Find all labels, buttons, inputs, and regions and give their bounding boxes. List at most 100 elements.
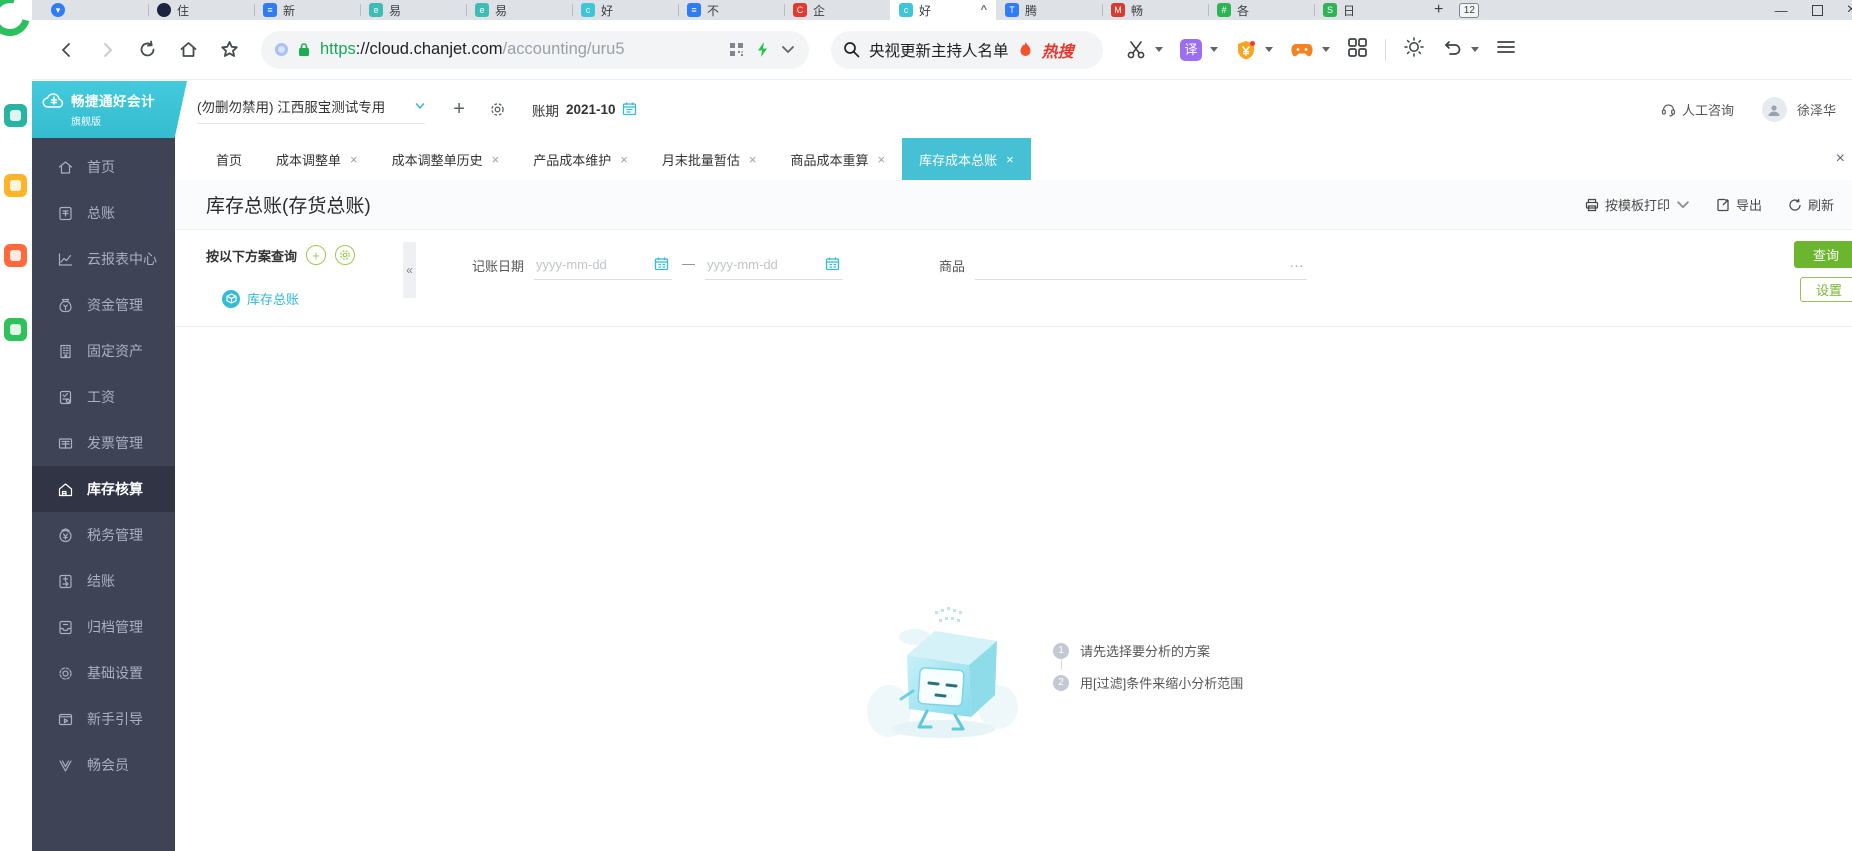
date-to-field[interactable] [705, 256, 844, 280]
hot-search-label[interactable]: 热搜 [1042, 38, 1074, 62]
browser-side-dock [0, 0, 38, 851]
workspace-tab[interactable]: 库存成本总账 × [902, 138, 1031, 180]
refresh-button[interactable]: 刷新 [1788, 195, 1834, 214]
sidebar-item-invoices[interactable]: 发票管理 [32, 420, 175, 466]
translate-icon[interactable]: 译 [1180, 38, 1218, 61]
browser-tab-favicon: # [1217, 3, 1231, 17]
browser-tab[interactable]: C 企 [784, 0, 890, 20]
browser-tab[interactable]: ≡ 新 [254, 0, 360, 20]
tab-count-badge[interactable]: 12 [1459, 2, 1480, 18]
site-info-icon[interactable] [275, 43, 288, 56]
avatar[interactable] [1761, 97, 1787, 122]
accounting-period[interactable]: 账期 2021-10 [532, 100, 638, 120]
browser-tab[interactable]: # 各 [1208, 0, 1314, 20]
browser-tab[interactable]: 住 [148, 0, 254, 20]
plan-settings-gear-icon[interactable] [335, 245, 356, 265]
window-minimize-button[interactable]: — [1775, 3, 1788, 18]
qr-code-icon[interactable] [729, 42, 744, 57]
username[interactable]: 徐泽华 [1797, 100, 1836, 119]
tab-close-icon[interactable]: × [350, 152, 358, 167]
tab-close-icon[interactable]: × [492, 152, 500, 167]
url-text[interactable]: https://cloud.chanjet.com/accounting/uru… [320, 40, 720, 59]
undo-history-icon[interactable] [1442, 39, 1479, 60]
export-button[interactable]: 导出 [1716, 195, 1762, 214]
dock-app-icon[interactable] [4, 318, 27, 341]
bookmark-star-icon[interactable] [220, 40, 239, 59]
browser-tab[interactable]: c 好 ^ [890, 0, 996, 20]
add-plan-icon[interactable]: + [306, 245, 327, 265]
workspace-tab[interactable]: 月末批量暂估 × [645, 138, 774, 180]
sidebar-item-general-ledger[interactable]: 总账 [32, 190, 175, 236]
browser-tab[interactable]: e 易 [360, 0, 466, 20]
plan-item-inventory-ledger[interactable]: 库存总账 [222, 289, 403, 308]
product-picker-dots[interactable]: … [1289, 254, 1305, 271]
date-from-input[interactable] [534, 256, 673, 280]
sidebar-item-tax[interactable]: 税务管理 [32, 512, 175, 558]
sidebar-item-closing[interactable]: 结账 [32, 558, 175, 604]
tab-close-icon[interactable]: × [749, 152, 757, 167]
wallet-shield-icon[interactable] [1235, 39, 1273, 61]
browser-tab[interactable]: ▾ [42, 0, 148, 20]
address-dropdown-icon[interactable] [781, 45, 795, 54]
window-close-button[interactable]: × [1847, 1, 1852, 19]
workspace-tab[interactable]: 成本调整单 × [259, 138, 375, 180]
browser-tab[interactable]: T 腾 [996, 0, 1102, 20]
company-selector[interactable]: (勿删勿禁用) 江西服宝测试专用 [197, 96, 426, 124]
browser-search-box[interactable]: 央视更新主持人名单 热搜 [831, 30, 1103, 69]
new-tab-button[interactable]: + [1434, 1, 1443, 19]
sidebar-item-guide[interactable]: 新手引导 [32, 696, 175, 742]
sidebar-item-cloud-reports[interactable]: 云报表中心 [32, 236, 175, 282]
tab-close-icon[interactable]: × [620, 152, 628, 167]
sidebar-item-archive[interactable]: 归档管理 [32, 604, 175, 650]
workspace-tab[interactable]: 首页 [199, 138, 259, 180]
browser-tab[interactable]: ≡ 不 [678, 0, 784, 20]
sidebar-item-fixed-assets[interactable]: 固定资产 [32, 328, 175, 374]
refresh-icon[interactable] [138, 40, 157, 59]
date-to-input[interactable] [705, 256, 844, 280]
dock-app-icon[interactable] [4, 104, 27, 127]
extensions-grid-icon[interactable] [1347, 37, 1368, 63]
query-button[interactable]: 查询 [1794, 241, 1852, 268]
sidebar-item-payroll[interactable]: 工资 [32, 374, 175, 420]
account-settings-gear-icon[interactable] [489, 101, 506, 118]
window-maximize-button[interactable] [1811, 4, 1823, 16]
browser-tab[interactable]: S 日 [1314, 0, 1420, 20]
dock-app-icon[interactable] [4, 174, 27, 197]
calendar-icon[interactable] [825, 256, 840, 276]
tab-close-icon[interactable]: × [877, 152, 885, 167]
games-gamepad-icon[interactable] [1290, 40, 1330, 60]
screenshot-scissors-icon[interactable] [1125, 39, 1163, 61]
browser-tab[interactable]: M 畅 [1102, 0, 1208, 20]
tab-collapse-icon[interactable]: ^ [981, 4, 987, 16]
dock-app-icon[interactable] [4, 244, 27, 267]
calendar-icon[interactable] [654, 256, 669, 276]
address-bar[interactable]: https://cloud.chanjet.com/accounting/uru… [261, 30, 809, 69]
forward-icon[interactable] [98, 41, 116, 59]
sidebar-item-membership[interactable]: 畅会员 [32, 742, 175, 788]
sidebar-item-home[interactable]: 首页 [32, 144, 175, 190]
back-icon[interactable] [58, 41, 76, 59]
workspace-tab[interactable]: 商品成本重算 × [773, 138, 902, 180]
add-account-button[interactable]: + [453, 98, 465, 121]
sidebar-item-inventory[interactable]: 库存核算 [32, 466, 175, 512]
browser-tab-favicon: ≡ [263, 3, 277, 17]
browser-tab[interactable]: c 好 [572, 0, 678, 20]
print-by-template-button[interactable]: 按模板打印 [1585, 195, 1690, 214]
theme-sun-icon[interactable] [1403, 36, 1425, 63]
workspace-tab[interactable]: 产品成本维护 × [516, 138, 645, 180]
product-input[interactable] [975, 256, 1308, 280]
sidebar-item-funds[interactable]: 资金管理 [32, 282, 175, 328]
product-field[interactable]: … [975, 254, 1308, 280]
support-link[interactable]: 人工咨询 [1661, 100, 1734, 119]
date-from-field[interactable] [534, 256, 673, 280]
menu-hamburger-icon[interactable] [1496, 38, 1516, 61]
home-icon[interactable] [179, 40, 198, 59]
workspace-tab[interactable]: 成本调整单历史 × [375, 138, 517, 180]
browser-tab[interactable]: e 易 [466, 0, 572, 20]
tabs-close-all-icon[interactable]: × [1836, 138, 1845, 180]
collapse-panel-icon[interactable]: « [403, 242, 416, 298]
tab-close-icon[interactable]: × [1006, 152, 1014, 167]
speed-bolt-icon[interactable] [756, 41, 769, 58]
settings-button[interactable]: 设置 [1800, 277, 1852, 302]
sidebar-item-settings[interactable]: 基础设置 [32, 650, 175, 696]
